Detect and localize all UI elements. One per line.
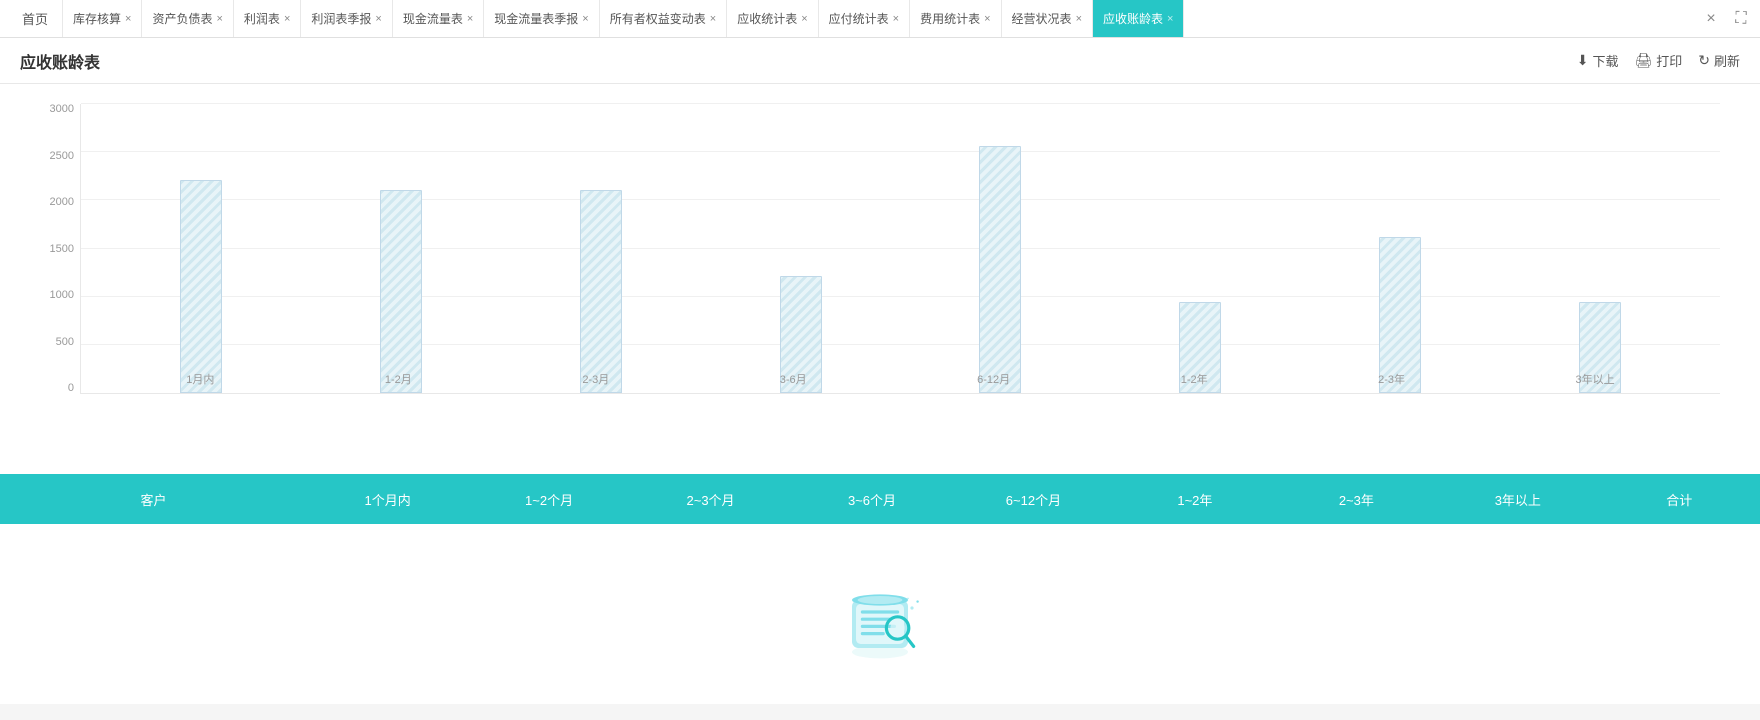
y-label: 3000 <box>50 104 74 115</box>
th-1: 1个月内 <box>307 490 468 509</box>
th-6: 1~2年 <box>1114 490 1275 509</box>
y-label: 0 <box>68 383 74 394</box>
x-label: 2-3年 <box>1378 371 1405 387</box>
download-button[interactable]: ⬇下载 <box>1577 51 1619 70</box>
th-8: 3年以上 <box>1437 490 1598 509</box>
tab-close-ap-stat[interactable]: × <box>893 13 899 25</box>
tab-label-equity: 所有者权益变动表 <box>610 10 706 27</box>
th-9: 合计 <box>1599 490 1760 509</box>
bar-1月内 <box>180 180 222 393</box>
tab-close-cashflow[interactable]: × <box>467 13 473 25</box>
th-3: 2~3个月 <box>630 490 791 509</box>
tab-close-ar-stat[interactable]: × <box>801 13 807 25</box>
page-title: 应收账龄表 <box>20 49 100 73</box>
tab-operation[interactable]: 经营状况表 × <box>1002 0 1093 38</box>
chart-container: 0 500 1000 1500 2000 2500 3000 1月内 1-2月 2-3月 3-6月… <box>40 104 1720 424</box>
tab-label-operation: 经营状况表 <box>1012 10 1072 27</box>
tab-inventory[interactable]: 库存核算 × <box>63 0 142 38</box>
y-axis: 0 500 1000 1500 2000 2500 3000 <box>40 104 80 394</box>
tab-label-cashflow-q: 现金流量表季报 <box>494 10 578 27</box>
chart-area: 0 500 1000 1500 2000 2500 3000 1月内 1-2月 2-3月 3-6月… <box>0 84 1760 474</box>
refresh-icon: ↻ <box>1698 52 1710 69</box>
tab-label-cashflow: 现金流量表 <box>403 10 463 27</box>
th-4: 3~6个月 <box>791 490 952 509</box>
x-label: 6-12月 <box>977 371 1010 387</box>
y-label: 2500 <box>50 151 74 162</box>
maximize-button[interactable]: ⛶ <box>1730 8 1752 30</box>
bars-row <box>81 104 1720 393</box>
tab-bar: 首页 库存核算 ×资产负债表 ×利润表 ×利润表季报 ×现金流量表 ×现金流量表… <box>0 0 1760 38</box>
window-controls: × ⛶ <box>1690 8 1752 30</box>
y-label: 1000 <box>50 290 74 301</box>
y-label: 2000 <box>50 197 74 208</box>
refresh-button[interactable]: ↻刷新 <box>1698 51 1740 70</box>
tab-close-balance[interactable]: × <box>216 13 222 25</box>
tab-ar-stat[interactable]: 应收统计表 × <box>727 0 818 38</box>
bar-group-1月内 <box>180 180 222 393</box>
y-label: 1500 <box>50 244 74 255</box>
tab-ar-aging[interactable]: 应收账龄表 × <box>1093 0 1184 38</box>
print-button[interactable]: 🖨打印 <box>1634 51 1682 70</box>
tab-label-ap-stat: 应付统计表 <box>829 10 889 27</box>
bar-group-2-3月 <box>580 190 622 393</box>
bar-group-6-12月 <box>979 146 1021 393</box>
tab-home[interactable]: 首页 <box>8 0 63 38</box>
table-header: 客户1个月内1~2个月2~3个月3~6个月6~12个月1~2年2~3年3年以上合… <box>0 474 1760 524</box>
x-label: 2-3月 <box>582 371 609 387</box>
x-label: 1-2年 <box>1181 371 1208 387</box>
tab-cashflow[interactable]: 现金流量表 × <box>393 0 484 38</box>
print-icon: 🖨 <box>1634 52 1652 69</box>
download-label: 下载 <box>1592 51 1618 70</box>
y-label: 500 <box>56 337 74 348</box>
tab-expense[interactable]: 费用统计表 × <box>910 0 1001 38</box>
tab-balance[interactable]: 资产负债表 × <box>142 0 233 38</box>
bar-group-1-2月 <box>380 190 422 393</box>
th-0: 客户 <box>0 490 307 509</box>
tab-home-label: 首页 <box>22 9 48 28</box>
bar-1-2月 <box>380 190 422 393</box>
tab-close-equity[interactable]: × <box>710 13 716 25</box>
download-icon: ⬇ <box>1577 52 1589 69</box>
bar-6-12月 <box>979 146 1021 393</box>
tab-label-ar-stat: 应收统计表 <box>737 10 797 27</box>
tab-close-ar-aging[interactable]: × <box>1167 13 1173 25</box>
tab-label-profit-q: 利润表季报 <box>311 10 371 27</box>
tab-ap-stat[interactable]: 应付统计表 × <box>819 0 910 38</box>
chart-plot: 1月内 1-2月 2-3月 3-6月 6-12月 1-2年 2-3年 3年以上 <box>80 104 1720 394</box>
refresh-label: 刷新 <box>1714 51 1740 70</box>
tab-close-expense[interactable]: × <box>984 13 990 25</box>
x-axis: 1月内 1-2月 2-3月 3-6月 6-12月 1-2年 2-3年 3年以上 <box>81 365 1720 393</box>
tab-close-profit-q[interactable]: × <box>375 13 381 25</box>
print-label: 打印 <box>1656 51 1682 70</box>
header-actions: ⬇下载 🖨打印 ↻刷新 <box>1577 51 1740 70</box>
bar-2-3月 <box>580 190 622 393</box>
tab-close-profit[interactable]: × <box>284 13 290 25</box>
tab-label-expense: 费用统计表 <box>920 10 980 27</box>
tab-cashflow-q[interactable]: 现金流量表季报 × <box>484 0 599 38</box>
close-button[interactable]: × <box>1700 8 1722 30</box>
x-label: 3-6月 <box>780 371 807 387</box>
tab-label-balance: 资产负债表 <box>152 10 212 27</box>
x-label: 3年以上 <box>1576 371 1615 387</box>
tab-profit-q[interactable]: 利润表季报 × <box>301 0 392 38</box>
tab-label-inventory: 库存核算 <box>73 10 121 27</box>
page-header: 应收账龄表 ⬇下载 🖨打印 ↻刷新 <box>0 38 1760 84</box>
tab-equity[interactable]: 所有者权益变动表 × <box>600 0 727 38</box>
th-5: 6~12个月 <box>953 490 1114 509</box>
x-label: 1-2月 <box>385 371 412 387</box>
th-7: 2~3年 <box>1276 490 1437 509</box>
th-2: 1~2个月 <box>468 490 629 509</box>
tab-close-operation[interactable]: × <box>1076 13 1082 25</box>
x-label: 1月内 <box>186 371 214 387</box>
tab-label-profit: 利润表 <box>244 10 280 27</box>
main-content: 0 500 1000 1500 2000 2500 3000 1月内 1-2月 2-3月 3-6月… <box>0 84 1760 704</box>
tab-close-inventory[interactable]: × <box>125 13 131 25</box>
tab-label-ar-aging: 应收账龄表 <box>1103 10 1163 27</box>
tab-profit[interactable]: 利润表 × <box>234 0 301 38</box>
empty-area <box>0 524 1760 704</box>
empty-icon <box>830 584 930 664</box>
tab-close-cashflow-q[interactable]: × <box>582 13 588 25</box>
